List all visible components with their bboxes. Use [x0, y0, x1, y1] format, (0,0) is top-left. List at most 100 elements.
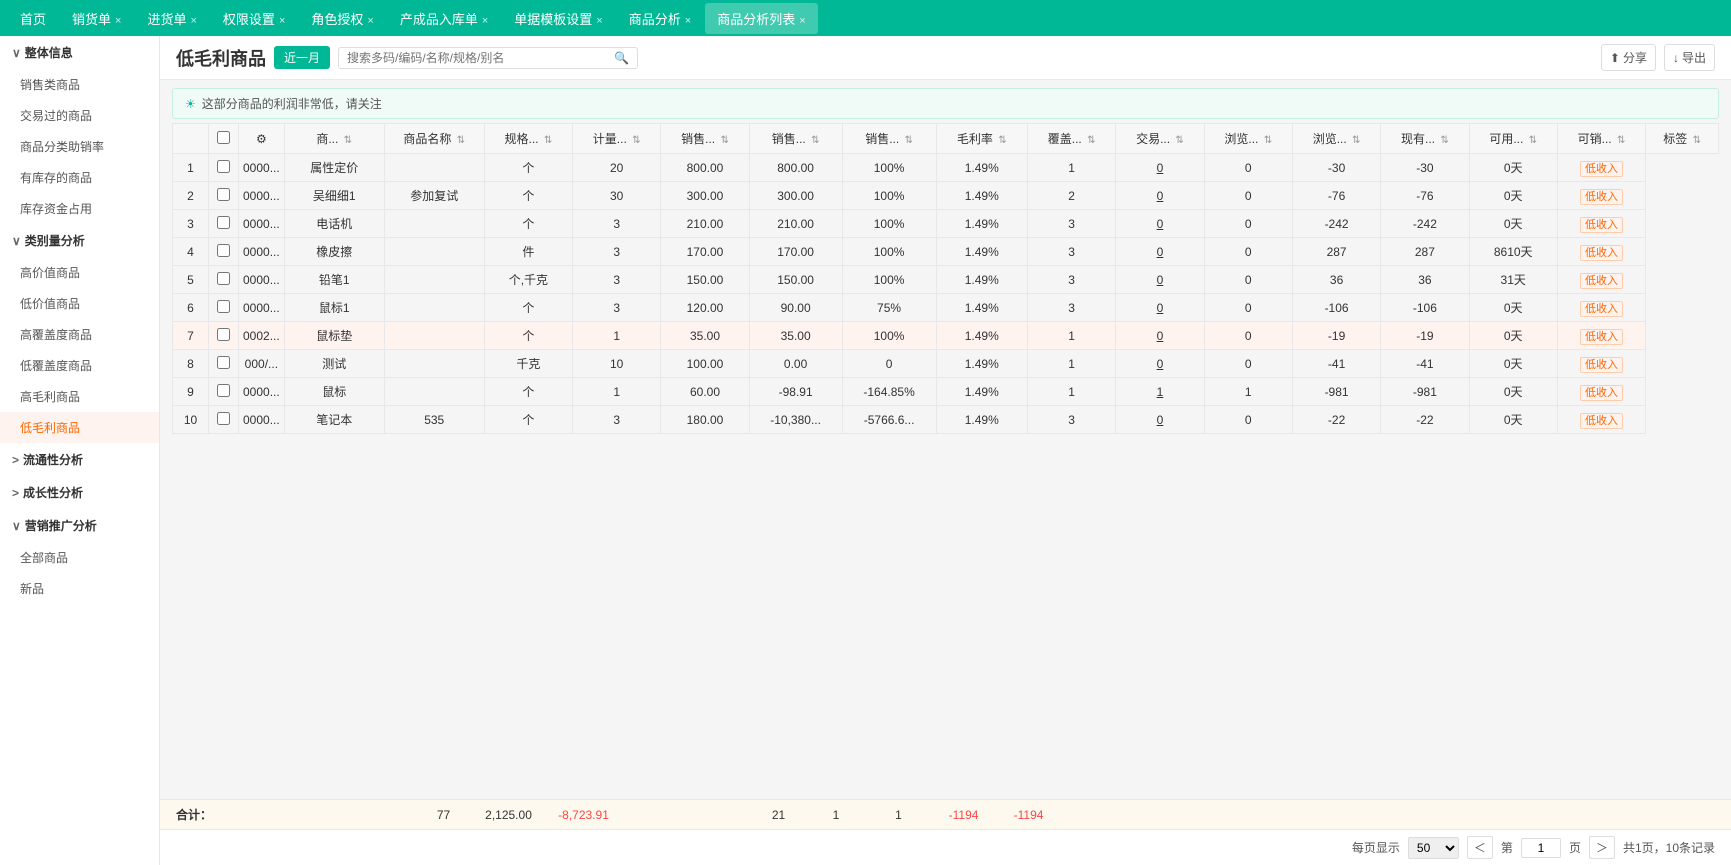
sidebar-group-类别量分析[interactable]: ∨类别量分析 — [0, 224, 159, 257]
sidebar-item-高覆盖度商品[interactable]: 高覆盖度商品 — [0, 319, 159, 350]
nav-item-进货单[interactable]: 进货单× — [135, 3, 208, 34]
nav-close-icon[interactable]: × — [190, 15, 196, 27]
nav-close-icon[interactable]: × — [279, 15, 285, 27]
sidebar-item-交易过的商品[interactable]: 交易过的商品 — [0, 100, 159, 131]
cell-view1[interactable]: 0 — [1116, 406, 1204, 434]
cell-check[interactable] — [209, 378, 239, 406]
sidebar-item-新品[interactable]: 新品 — [0, 573, 159, 604]
th-available[interactable]: 可用... ⇅ — [1469, 124, 1557, 154]
cell-sales-price: 60.00 — [661, 378, 749, 406]
filter-btn[interactable]: 近一月 — [274, 46, 330, 69]
row-checkbox[interactable] — [217, 188, 230, 201]
row-checkbox[interactable] — [217, 412, 230, 425]
export-button[interactable]: ↓ 导出 — [1664, 44, 1715, 71]
th-sales-price[interactable]: 销售... ⇅ — [749, 124, 842, 154]
cell-view1[interactable]: 0 — [1116, 238, 1204, 266]
row-checkbox[interactable] — [217, 356, 230, 369]
nav-close-icon[interactable]: × — [596, 15, 602, 27]
cell-check[interactable] — [209, 350, 239, 378]
cell-view1[interactable]: 1 — [1116, 378, 1204, 406]
sidebar-item-低价值商品[interactable]: 低价值商品 — [0, 288, 159, 319]
cell-view1[interactable]: 0 — [1116, 350, 1204, 378]
next-page-btn[interactable]: ＞ — [1589, 836, 1615, 859]
cell-current-stock: -41 — [1292, 350, 1380, 378]
cell-view1[interactable]: 0 — [1116, 182, 1204, 210]
page-number-input[interactable] — [1521, 838, 1561, 858]
cell-check[interactable] — [209, 406, 239, 434]
nav-item-销货单[interactable]: 销货单× — [60, 3, 133, 34]
nav-item-首页[interactable]: 首页 — [8, 3, 58, 34]
sidebar-item-库存资金占用[interactable]: 库存资金占用 — [0, 193, 159, 224]
th-trade[interactable]: 交易... ⇅ — [1116, 124, 1204, 154]
search-input[interactable] — [347, 51, 614, 65]
cell-view1[interactable]: 0 — [1116, 322, 1204, 350]
cell-check[interactable] — [209, 322, 239, 350]
cell-check[interactable] — [209, 154, 239, 182]
sidebar-item-高毛利商品[interactable]: 高毛利商品 — [0, 381, 159, 412]
sidebar-group-流通性分析[interactable]: >流通性分析 — [0, 443, 159, 476]
cell-check[interactable] — [209, 238, 239, 266]
cell-sales-qty: 3 — [573, 266, 661, 294]
th-spec[interactable]: 规格... ⇅ — [484, 124, 572, 154]
nav-close-icon[interactable]: × — [685, 15, 691, 27]
cell-check[interactable] — [209, 182, 239, 210]
th-gross-rate[interactable]: 毛利率 ⇅ — [936, 124, 1027, 154]
cell-view1[interactable]: 0 — [1116, 294, 1204, 322]
th-unit[interactable]: 计量... ⇅ — [573, 124, 661, 154]
row-checkbox[interactable] — [217, 160, 230, 173]
row-checkbox[interactable] — [217, 300, 230, 313]
row-checkbox[interactable] — [217, 244, 230, 257]
cell-check[interactable] — [209, 294, 239, 322]
nav-close-icon[interactable]: × — [799, 15, 805, 27]
table-container[interactable]: ⚙ 商... ⇅ 商品名称 ⇅ 规格... ⇅ 计量... ⇅ 销售... ⇅ … — [160, 123, 1731, 799]
th-sales-qty[interactable]: 销售... ⇅ — [661, 124, 749, 154]
sidebar-item-有库存的商品[interactable]: 有库存的商品 — [0, 162, 159, 193]
nav-item-商品分析[interactable]: 商品分析× — [617, 3, 703, 34]
nav-close-icon[interactable]: × — [367, 15, 373, 27]
th-coverage[interactable]: 覆盖... ⇅ — [1027, 124, 1115, 154]
cell-sales-profit: 210.00 — [749, 210, 842, 238]
nav-item-权限设置[interactable]: 权限设置× — [211, 3, 297, 34]
sidebar-item-低覆盖度商品[interactable]: 低覆盖度商品 — [0, 350, 159, 381]
sidebar-item-销售类商品[interactable]: 销售类商品 — [0, 69, 159, 100]
cell-view1[interactable]: 0 — [1116, 154, 1204, 182]
th-view1[interactable]: 浏览... ⇅ — [1204, 124, 1292, 154]
th-salable[interactable]: 可销... ⇅ — [1557, 124, 1645, 154]
sidebar-group-整体信息[interactable]: ∨整体信息 — [0, 36, 159, 69]
page-size-select[interactable]: 50 100 200 — [1408, 837, 1459, 859]
sidebar-item-全部商品[interactable]: 全部商品 — [0, 542, 159, 573]
sidebar-group-成长性分析[interactable]: >成长性分析 — [0, 476, 159, 509]
cell-check[interactable] — [209, 266, 239, 294]
notice-icon: ☀ — [185, 97, 196, 111]
th-settings[interactable]: ⚙ — [239, 124, 285, 154]
sidebar-group-营销推广分析[interactable]: ∨营销推广分析 — [0, 509, 159, 542]
nav-item-商品分析列表[interactable]: 商品分析列表× — [705, 3, 817, 34]
th-name[interactable]: 商品名称 ⇅ — [384, 124, 484, 154]
search-icon[interactable]: 🔍 — [614, 51, 629, 65]
cell-check[interactable] — [209, 210, 239, 238]
share-button[interactable]: ⬆ 分享 — [1601, 44, 1656, 71]
row-checkbox[interactable] — [217, 216, 230, 229]
th-view2[interactable]: 浏览... ⇅ — [1292, 124, 1380, 154]
sidebar-item-商品分类助销率[interactable]: 商品分类助销率 — [0, 131, 159, 162]
nav-close-icon[interactable]: × — [115, 15, 121, 27]
th-current-stock[interactable]: 现有... ⇅ — [1381, 124, 1469, 154]
nav-item-产成品入库单[interactable]: 产成品入库单× — [388, 3, 500, 34]
row-checkbox[interactable] — [217, 384, 230, 397]
row-checkbox[interactable] — [217, 272, 230, 285]
select-all-checkbox[interactable] — [217, 131, 230, 144]
cell-view1[interactable]: 0 — [1116, 266, 1204, 294]
cell-seq: 3 — [173, 210, 209, 238]
th-sales-profit[interactable]: 销售... ⇅ — [842, 124, 936, 154]
nav-item-单据模板设置[interactable]: 单据模板设置× — [502, 3, 614, 34]
prev-page-btn[interactable]: ＜ — [1467, 836, 1493, 859]
notice-bar: ☀ 这部分商品的利润非常低，请关注 — [172, 88, 1719, 119]
th-code[interactable]: 商... ⇅ — [284, 124, 384, 154]
sidebar-item-低毛利商品[interactable]: 低毛利商品 — [0, 412, 159, 443]
sidebar-item-高价值商品[interactable]: 高价值商品 — [0, 257, 159, 288]
cell-view1[interactable]: 0 — [1116, 210, 1204, 238]
th-tag[interactable]: 标签 ⇅ — [1646, 124, 1719, 154]
row-checkbox[interactable] — [217, 328, 230, 341]
nav-item-角色授权[interactable]: 角色授权× — [299, 3, 385, 34]
nav-close-icon[interactable]: × — [482, 15, 488, 27]
